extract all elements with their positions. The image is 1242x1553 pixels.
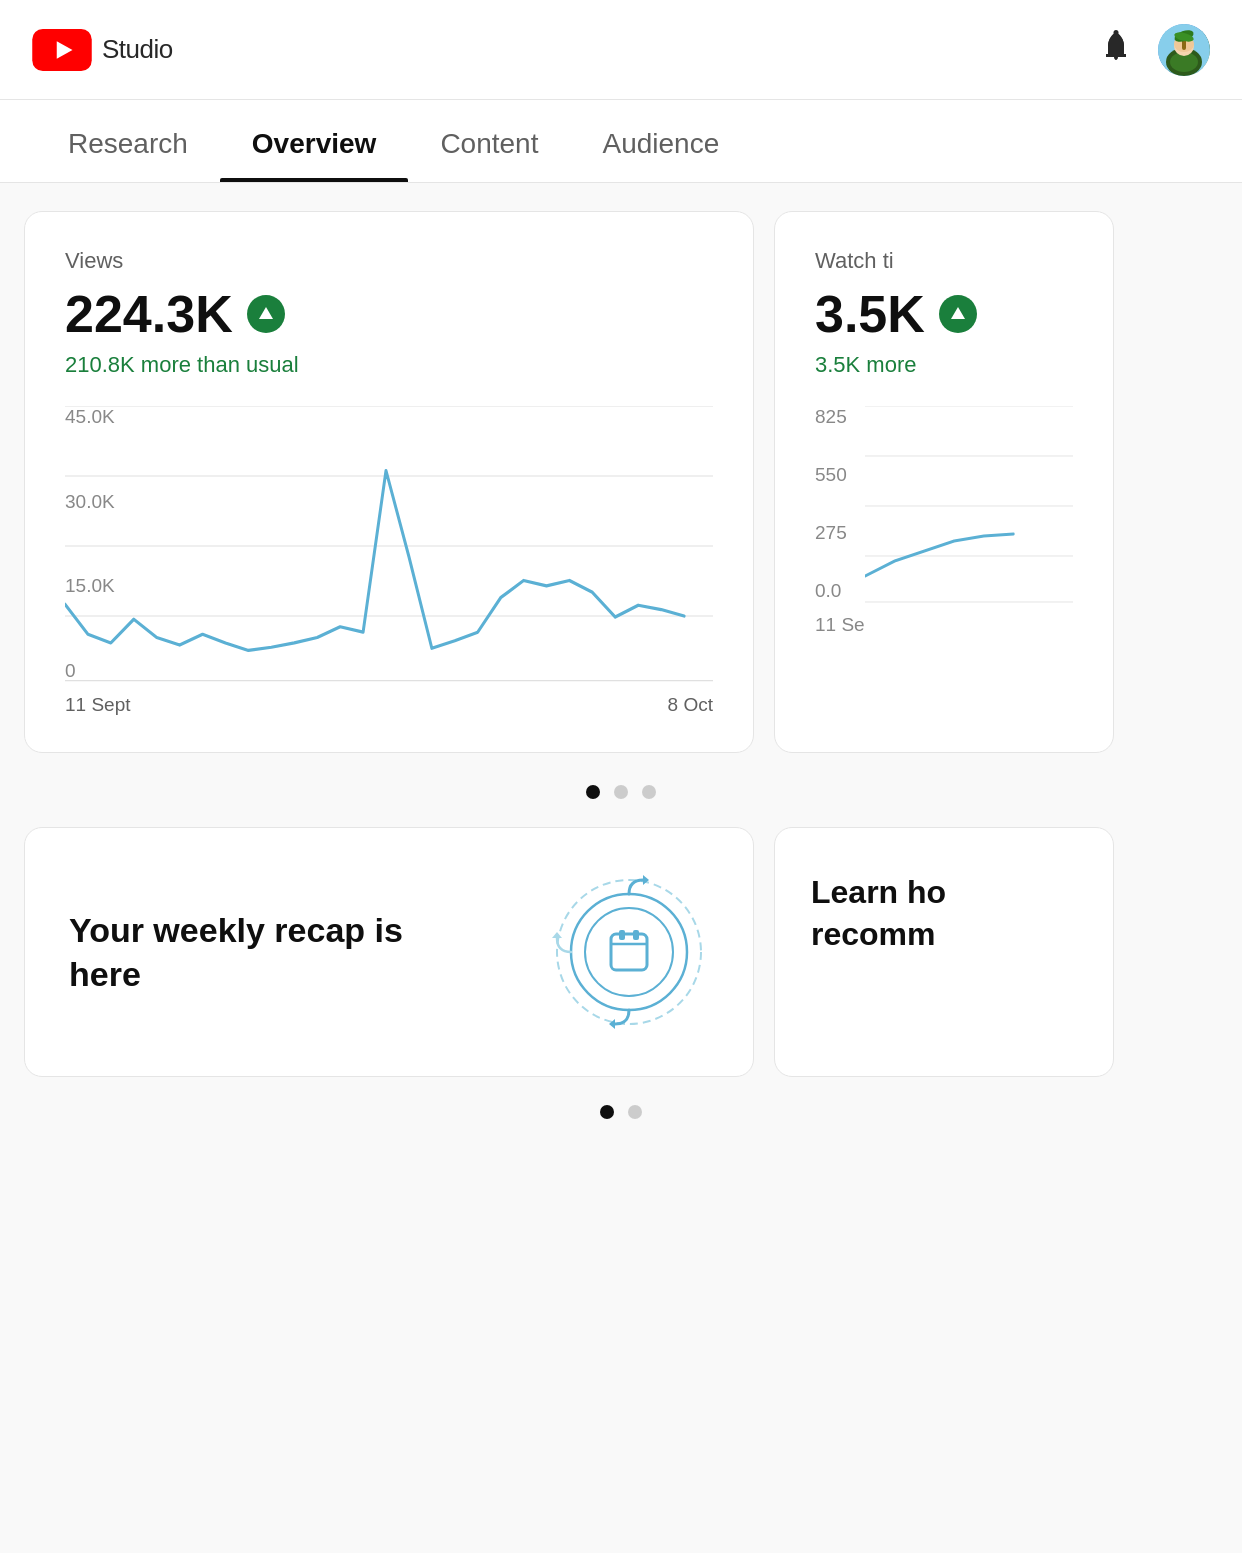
svg-point-2 xyxy=(1114,30,1119,35)
bottom-pagination-dot-2[interactable] xyxy=(628,1105,642,1119)
views-subtitle: 210.8K more than usual xyxy=(65,352,713,378)
views-card: Views 224.3K 210.8K more than usual xyxy=(24,211,754,753)
nav-tabs: Research Overview Content Audience xyxy=(0,100,1242,183)
svg-rect-33 xyxy=(633,930,639,940)
main-content: Views 224.3K 210.8K more than usual xyxy=(0,183,1242,1147)
svg-marker-21 xyxy=(951,307,965,319)
tab-content[interactable]: Content xyxy=(408,100,570,182)
svg-marker-36 xyxy=(552,932,562,938)
tab-research[interactable]: Research xyxy=(36,100,220,182)
header-right xyxy=(1098,24,1210,76)
bottom-cards-row: Your weekly recap is here xyxy=(24,827,1218,1077)
chart-dates: 11 Sept 8 Oct xyxy=(65,694,713,716)
views-value: 224.3K xyxy=(65,284,233,344)
recap-icon xyxy=(549,872,709,1032)
tab-overview[interactable]: Overview xyxy=(220,100,409,182)
watch-time-label: Watch ti xyxy=(815,248,1073,274)
bottom-pagination-dot-1[interactable] xyxy=(600,1105,614,1119)
youtube-icon xyxy=(32,29,92,71)
watch-chart-svg xyxy=(865,406,1073,606)
learn-title: Learn ho recomm xyxy=(811,872,1077,955)
watch-time-value-row: 3.5K xyxy=(815,284,1073,344)
notifications-bell-icon[interactable] xyxy=(1098,28,1134,71)
views-trend-up-icon xyxy=(247,295,285,333)
svg-point-27 xyxy=(557,880,701,1024)
recap-card[interactable]: Your weekly recap is here xyxy=(24,827,754,1077)
user-avatar[interactable] xyxy=(1158,24,1210,76)
watch-time-card: Watch ti 3.5K 3.5K more 825 550 275 0.0 xyxy=(774,211,1114,753)
svg-point-28 xyxy=(571,894,687,1010)
wt-date-start: 11 Se xyxy=(815,614,1073,636)
header: Studio xyxy=(0,0,1242,100)
learn-card[interactable]: Learn ho recomm xyxy=(774,827,1114,1077)
views-chart: 45.0K 30.0K 15.0K 0 xyxy=(65,406,713,686)
chart-date-end: 8 Oct xyxy=(668,694,713,716)
youtube-studio-logo[interactable]: Studio xyxy=(32,29,173,71)
tab-audience[interactable]: Audience xyxy=(570,100,751,182)
views-chart-svg: 45.0K 30.0K 15.0K 0 xyxy=(65,406,713,686)
watch-time-value: 3.5K xyxy=(815,284,925,344)
svg-point-29 xyxy=(585,908,673,996)
pagination-dot-3[interactable] xyxy=(642,785,656,799)
svg-marker-11 xyxy=(259,307,273,319)
card-pagination-dots xyxy=(24,785,1218,799)
svg-rect-30 xyxy=(611,934,647,970)
stats-cards-row: Views 224.3K 210.8K more than usual xyxy=(24,211,1218,753)
recap-title: Your weekly recap is here xyxy=(69,908,409,996)
watch-time-subtitle: 3.5K more xyxy=(815,352,1073,378)
header-left: Studio xyxy=(32,29,173,71)
studio-label: Studio xyxy=(102,34,173,65)
chart-date-start: 11 Sept xyxy=(65,694,131,716)
bottom-card-pagination-dots xyxy=(24,1105,1218,1119)
views-label: Views xyxy=(65,248,713,274)
watch-trend-up-icon xyxy=(939,295,977,333)
views-value-row: 224.3K xyxy=(65,284,713,344)
pagination-dot-2[interactable] xyxy=(614,785,628,799)
svg-rect-32 xyxy=(619,930,625,940)
pagination-dot-1[interactable] xyxy=(586,785,600,799)
